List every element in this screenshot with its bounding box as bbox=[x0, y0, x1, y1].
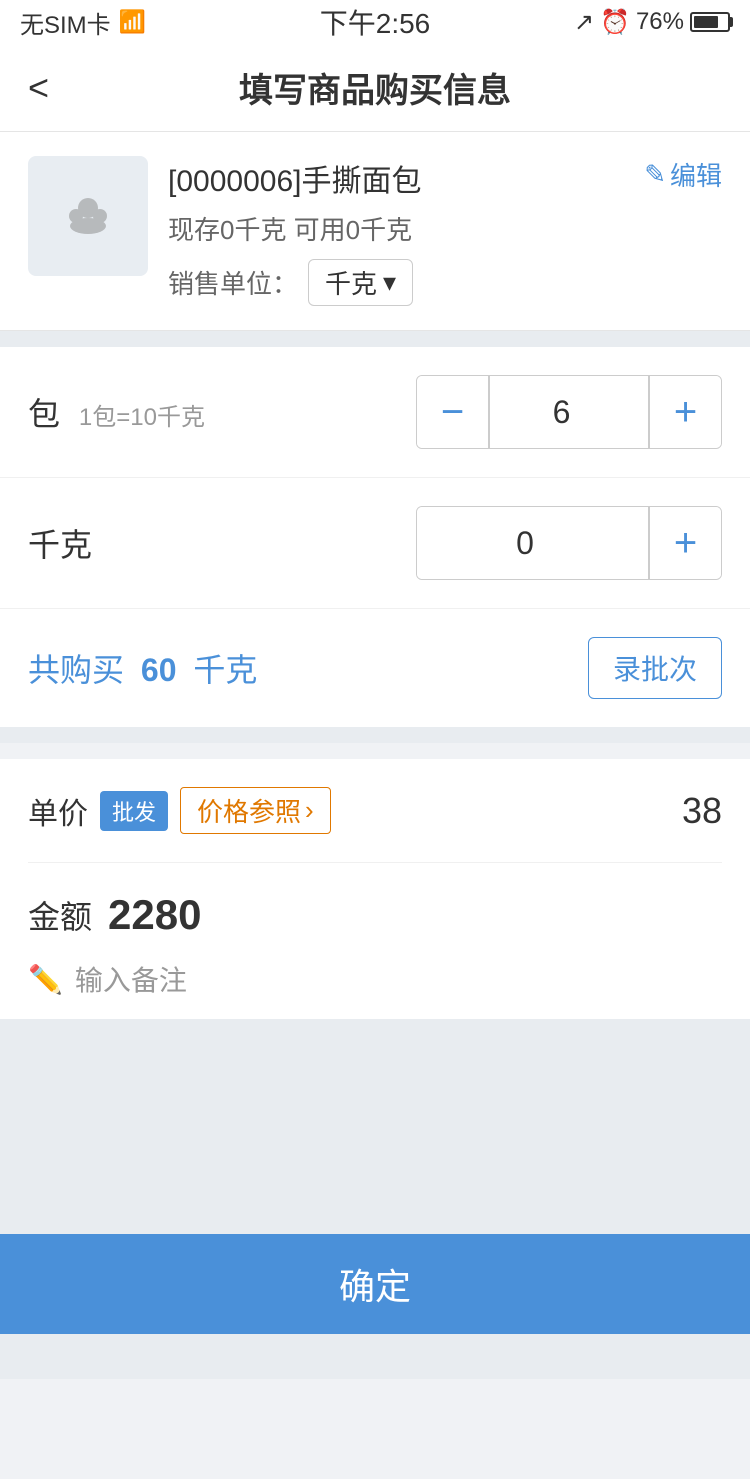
price-row: 单价 批发 价格参照 › 38 bbox=[28, 787, 722, 863]
remark-row[interactable]: ✏️ 输入备注 bbox=[28, 959, 722, 999]
batch-button[interactable]: 录批次 bbox=[588, 637, 722, 699]
remark-placeholder[interactable]: 输入备注 bbox=[75, 959, 187, 999]
location-icon: ↗ bbox=[574, 8, 594, 37]
amount-value: 2280 bbox=[108, 891, 201, 939]
unit-value: 千克 bbox=[325, 264, 377, 301]
separator-1 bbox=[0, 331, 750, 347]
total-row: 共购买 60 千克 录批次 bbox=[0, 609, 750, 727]
bao-row: 包 1包=10千克 − + bbox=[0, 347, 750, 478]
product-info: [0000006]手撕面包 现存0千克 可用0千克 销售单位： 千克 ▾ bbox=[168, 156, 722, 306]
total-text: 共购买 60 千克 bbox=[28, 645, 257, 691]
price-section: 单价 批发 价格参照 › 38 bbox=[0, 759, 750, 863]
status-bar-time: 下午2:56 bbox=[320, 2, 431, 42]
kg-label: 千克 bbox=[28, 520, 416, 566]
bao-label: 包 1包=10千克 bbox=[28, 389, 416, 435]
nav-bar: < 填写商品购买信息 bbox=[0, 44, 750, 132]
total-amount: 60 bbox=[141, 652, 177, 688]
amount-section: 金额 2280 ✏️ 输入备注 bbox=[0, 863, 750, 1019]
pencil-icon: ✏️ bbox=[28, 963, 63, 996]
kg-quantity-control: + bbox=[416, 506, 722, 580]
alarm-icon: ⏰ bbox=[600, 8, 630, 37]
price-label: 单价 bbox=[28, 789, 88, 833]
amount-label: 金额 bbox=[28, 892, 92, 938]
edit-icon: ✎ bbox=[644, 159, 666, 190]
bao-hint: 1包=10千克 bbox=[79, 404, 205, 431]
bao-quantity-input[interactable] bbox=[489, 376, 649, 448]
confirm-button[interactable]: 确定 bbox=[0, 1234, 750, 1334]
price-value: 38 bbox=[682, 790, 722, 832]
price-ref-arrow: › bbox=[305, 795, 314, 826]
status-bar-right: ↗ ⏰ 76% bbox=[574, 8, 730, 37]
back-button[interactable]: < bbox=[28, 67, 49, 109]
product-unit: 销售单位： 千克 ▾ bbox=[168, 259, 722, 306]
battery-icon bbox=[690, 12, 730, 32]
kg-quantity-input[interactable] bbox=[417, 507, 649, 579]
edit-label: 编辑 bbox=[670, 156, 722, 193]
battery-percent: 76% bbox=[636, 8, 684, 36]
page-title: 填写商品购买信息 bbox=[239, 63, 511, 112]
unit-dropdown-icon: ▾ bbox=[383, 267, 396, 298]
edit-button[interactable]: ✎ 编辑 bbox=[644, 156, 722, 193]
kg-increase-button[interactable]: + bbox=[649, 507, 721, 579]
price-tag: 批发 bbox=[100, 791, 168, 831]
product-stock: 现存0千克 可用0千克 bbox=[168, 210, 722, 247]
bao-quantity-control: − + bbox=[416, 375, 722, 449]
kg-row: 千克 + bbox=[0, 478, 750, 609]
bao-increase-button[interactable]: + bbox=[649, 376, 721, 448]
product-name: [0000006]手撕面包 bbox=[168, 156, 722, 200]
unit-label: 销售单位： bbox=[168, 264, 298, 301]
carrier-label: 无SIM卡 bbox=[20, 5, 111, 40]
status-bar-left: 无SIM卡 📶 bbox=[20, 5, 146, 40]
amount-row: 金额 2280 bbox=[28, 891, 722, 939]
product-image bbox=[28, 156, 148, 276]
separator-2 bbox=[0, 727, 750, 743]
quantity-section: 包 1包=10千克 − + 千克 + 共购买 bbox=[0, 347, 750, 727]
status-bar: 无SIM卡 📶 下午2:56 ↗ ⏰ 76% bbox=[0, 0, 750, 44]
price-ref-button[interactable]: 价格参照 › bbox=[180, 787, 331, 834]
bao-decrease-button[interactable]: − bbox=[417, 376, 489, 448]
wifi-icon: 📶 bbox=[119, 9, 146, 35]
price-ref-label: 价格参照 bbox=[197, 792, 301, 829]
product-card: [0000006]手撕面包 现存0千克 可用0千克 销售单位： 千克 ▾ ✎ 编… bbox=[0, 132, 750, 331]
unit-select[interactable]: 千克 ▾ bbox=[308, 259, 413, 306]
